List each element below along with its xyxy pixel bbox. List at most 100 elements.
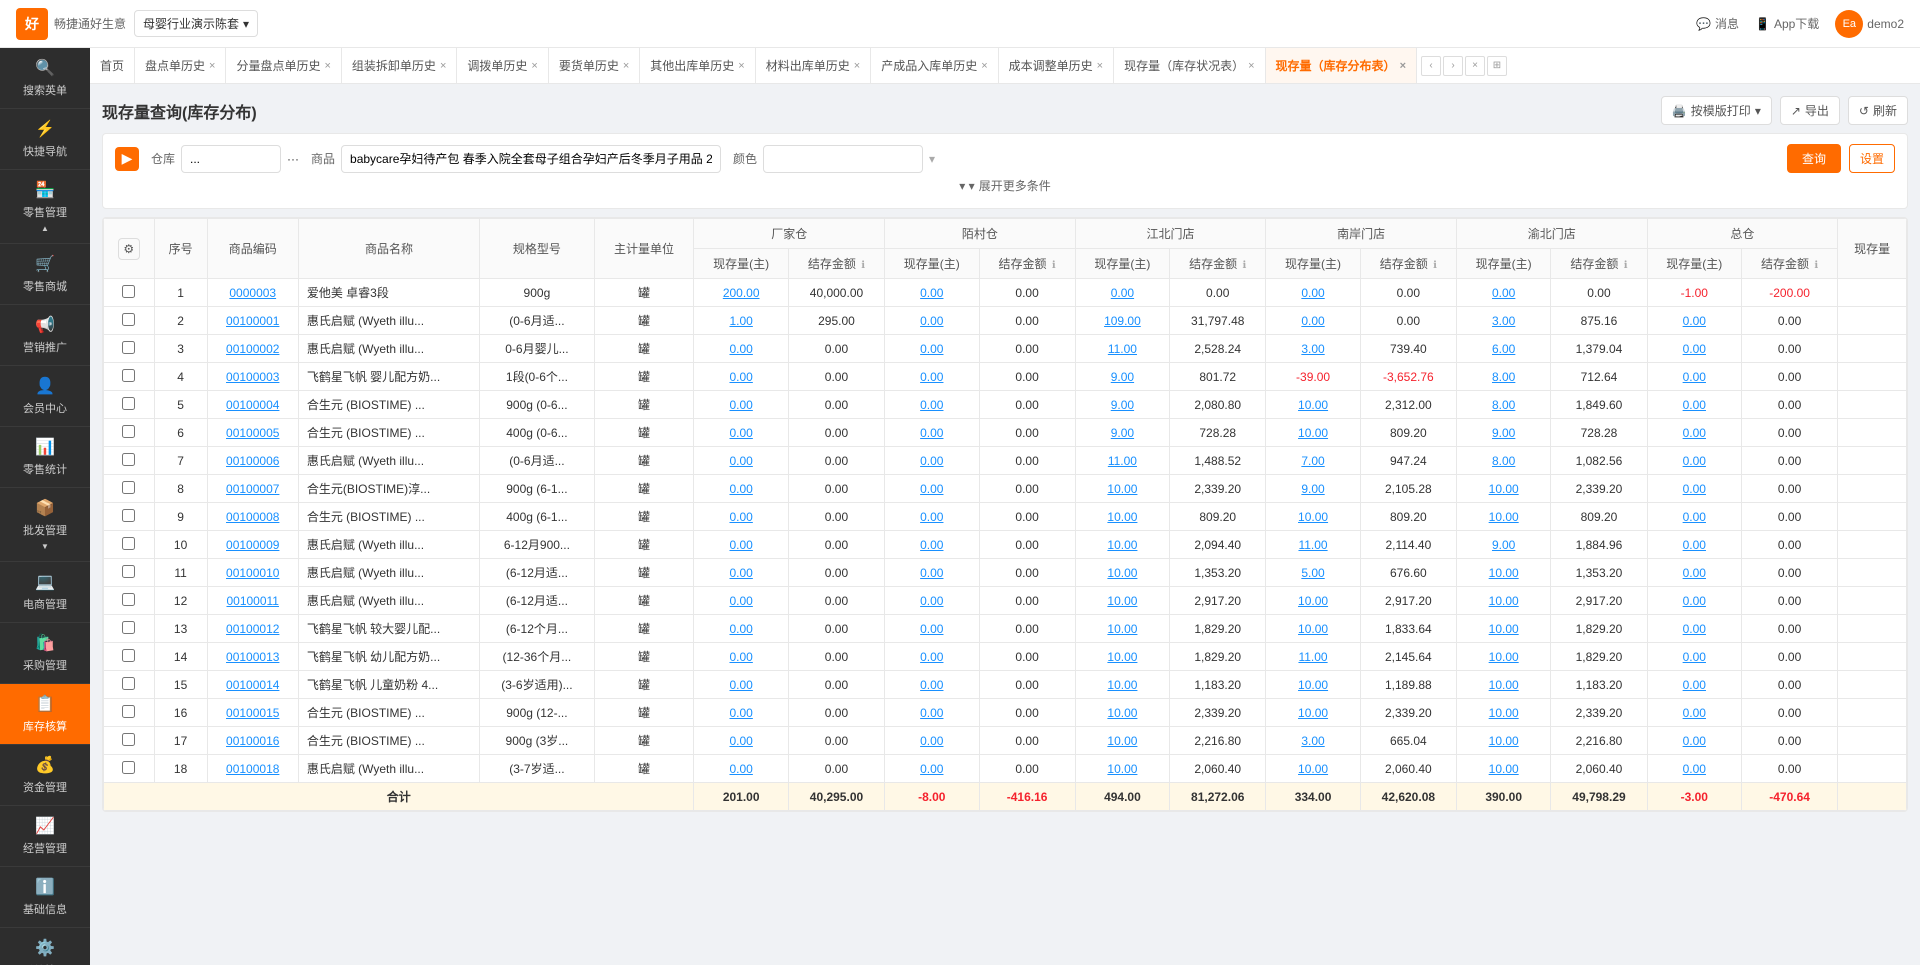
row-checkbox[interactable]: [104, 699, 155, 727]
close-icon[interactable]: ×: [1400, 60, 1406, 72]
row-checkbox[interactable]: [104, 419, 155, 447]
row-checkbox[interactable]: [104, 531, 155, 559]
query-btn[interactable]: 查询: [1787, 144, 1841, 173]
gear-settings-btn[interactable]: ⚙: [118, 238, 140, 260]
row-checkbox[interactable]: [104, 755, 155, 783]
refresh-btn[interactable]: ↺ 刷新: [1848, 96, 1908, 125]
tab-transfer[interactable]: 调拨单历史 ×: [457, 48, 548, 84]
user-area[interactable]: Ea demo2: [1835, 10, 1904, 38]
close-icon[interactable]: ×: [324, 60, 330, 72]
sidebar-item-operations[interactable]: 📈 经营管理: [0, 806, 90, 867]
row-checkbox[interactable]: [104, 615, 155, 643]
row-checkbox[interactable]: [104, 503, 155, 531]
close-icon[interactable]: ×: [440, 60, 446, 72]
expand-more-btn[interactable]: ▾ ▾ 展开更多条件: [115, 173, 1895, 198]
row-na-qty: 10.00: [1266, 615, 1361, 643]
row-mucun-qty: 0.00: [885, 643, 980, 671]
lightning-icon: ⚡: [35, 119, 55, 139]
sidebar-item-member[interactable]: 👤 会员中心: [0, 366, 90, 427]
nav-next[interactable]: ›: [1443, 56, 1463, 76]
row-checkbox[interactable]: [104, 363, 155, 391]
close-icon[interactable]: ×: [854, 60, 860, 72]
close-icon[interactable]: ×: [1248, 60, 1254, 72]
close-icon[interactable]: ×: [209, 60, 215, 72]
close-icon[interactable]: ×: [531, 60, 537, 72]
close-icon[interactable]: ×: [981, 60, 987, 72]
sidebar-item-wholesale[interactable]: 📦 批发管理 ▼: [0, 488, 90, 562]
app-download-btn[interactable]: 📱 App下载: [1755, 15, 1819, 32]
info-icon[interactable]: ℹ: [1814, 260, 1818, 271]
row-checkbox[interactable]: [104, 307, 155, 335]
close-icon[interactable]: ×: [1097, 60, 1103, 72]
info-icon[interactable]: ℹ: [1433, 260, 1437, 271]
row-checkbox[interactable]: [104, 671, 155, 699]
row-checkbox[interactable]: [104, 335, 155, 363]
tab-home[interactable]: 首页: [90, 48, 135, 84]
sidebar-item-purchase[interactable]: 🛍️ 采购管理: [0, 623, 90, 684]
store-selector[interactable]: 母婴行业演示陈套 ▾: [134, 10, 258, 37]
row-checkbox[interactable]: [104, 587, 155, 615]
info-icon[interactable]: ℹ: [1052, 260, 1056, 271]
row-unit: 罐: [594, 699, 694, 727]
print-btn[interactable]: 🖨️ 按模版打印 ▾: [1661, 96, 1772, 125]
sidebar-item-retail-stats[interactable]: 📊 零售统计: [0, 427, 90, 488]
sidebar-item-quick-nav[interactable]: ⚡ 快捷导航: [0, 109, 90, 170]
row-checkbox[interactable]: [104, 727, 155, 755]
nav-close-all[interactable]: ×: [1465, 56, 1485, 76]
tab-other-out[interactable]: 其他出库单历史 ×: [640, 48, 755, 84]
info-icon[interactable]: ℹ: [1243, 260, 1247, 271]
color-input[interactable]: [763, 145, 923, 173]
tab-stock-status[interactable]: 现存量（库存状况表） ×: [1114, 48, 1265, 84]
filter-toggle-btn[interactable]: ▶: [115, 147, 139, 171]
sidebar-item-ecommerce[interactable]: 💻 电商管理: [0, 562, 90, 623]
row-unit: 罐: [594, 531, 694, 559]
info-icon[interactable]: ℹ: [861, 260, 865, 271]
row-factory-qty: 0.00: [694, 699, 789, 727]
close-icon[interactable]: ×: [738, 60, 744, 72]
row-checkbox[interactable]: [104, 447, 155, 475]
row-current-stock: [1838, 307, 1907, 335]
tab-inventory-single[interactable]: 盘点单历史 ×: [135, 48, 226, 84]
nav-expand-icon[interactable]: ⊞: [1487, 56, 1507, 76]
row-no: 8: [154, 475, 207, 503]
nav-prev[interactable]: ‹: [1421, 56, 1441, 76]
row-checkbox[interactable]: [104, 643, 155, 671]
total-jb-amt: 81,272.06: [1170, 783, 1266, 811]
sidebar-item-search[interactable]: 🔍 搜索英单: [0, 48, 90, 109]
info-icon[interactable]: ℹ: [1624, 260, 1628, 271]
col-factory-amt: 结存金额 ℹ: [788, 249, 884, 279]
sidebar-item-inventory[interactable]: 📋 库存核算: [0, 684, 90, 745]
close-icon[interactable]: ×: [623, 60, 629, 72]
row-unit: 罐: [594, 363, 694, 391]
row-checkbox[interactable]: [104, 279, 155, 307]
sidebar-item-finance[interactable]: 💰 资金管理: [0, 745, 90, 806]
row-jb-qty: 10.00: [1075, 475, 1170, 503]
row-factory-amt: 0.00: [788, 503, 884, 531]
sidebar-item-marketing[interactable]: 📢 营销推广: [0, 305, 90, 366]
tab-stock-dist[interactable]: 现存量（库存分布表） ×: [1266, 48, 1417, 84]
tab-requisition[interactable]: 要货单历史 ×: [549, 48, 640, 84]
row-checkbox[interactable]: [104, 475, 155, 503]
nav-tabs: 首页 盘点单历史 × 分量盘点单历史 × 组装拆卸单历史 × 调拨单历史 × 要…: [90, 48, 1920, 84]
tab-product-in[interactable]: 产成品入库单历史 ×: [871, 48, 998, 84]
row-na-qty: 10.00: [1266, 671, 1361, 699]
export-icon: ↗: [1791, 104, 1801, 118]
tab-branch-inventory[interactable]: 分量盘点单历史 ×: [226, 48, 341, 84]
table-row: 11 00100010 惠氏启赋 (Wyeth illu... (6-12月适.…: [104, 559, 1907, 587]
sidebar-item-system[interactable]: ⚙️ 系统管理: [0, 928, 90, 965]
settings-btn[interactable]: 设置: [1849, 144, 1895, 173]
export-btn[interactable]: ↗ 导出: [1780, 96, 1840, 125]
tab-material-out[interactable]: 材料出库单历史 ×: [756, 48, 871, 84]
row-yb-amt: 1,353.20: [1551, 559, 1647, 587]
sidebar-item-basic-info[interactable]: ℹ️ 基础信息: [0, 867, 90, 928]
goods-input[interactable]: [341, 145, 721, 173]
tab-group-split[interactable]: 组装拆卸单历史 ×: [342, 48, 457, 84]
warehouse-input[interactable]: [181, 145, 281, 173]
sidebar-item-retail-mgmt[interactable]: 🏪 零售管理 ▲: [0, 170, 90, 244]
message-btn[interactable]: 💬 消息: [1696, 15, 1739, 32]
sidebar-item-retail-store[interactable]: 🛒 零售商城: [0, 244, 90, 305]
tab-cost-adjust[interactable]: 成本调整单历史 ×: [999, 48, 1114, 84]
row-checkbox[interactable]: [104, 391, 155, 419]
row-checkbox[interactable]: [104, 559, 155, 587]
gear-icon: ⚙️: [35, 938, 55, 958]
